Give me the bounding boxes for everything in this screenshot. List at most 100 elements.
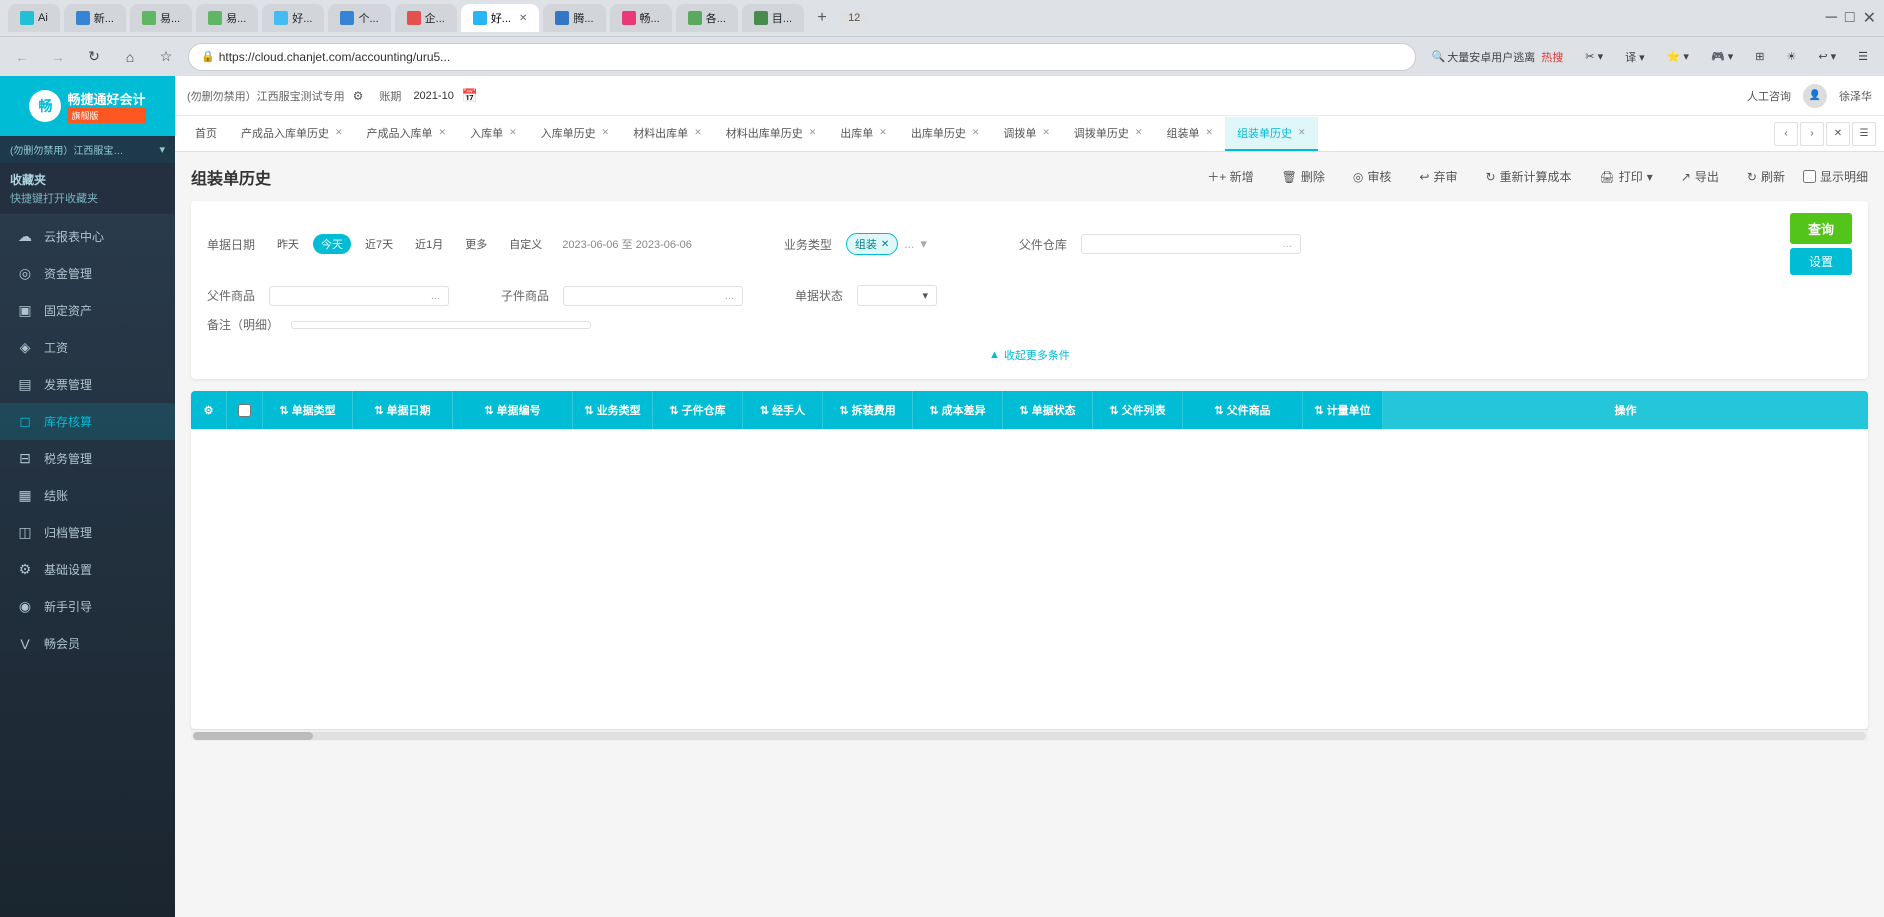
browser-tab-3[interactable]: 易... (196, 4, 258, 32)
biz-type-tag-close[interactable]: ✕ (881, 239, 889, 250)
sidebar-item-cloud-report[interactable]: ☁ 云报表中心 (0, 218, 175, 255)
browser-tab-1[interactable]: 新... (64, 4, 126, 32)
sidebar-item-inventory[interactable]: ◻ 库存核算 (0, 403, 175, 440)
browser-tab-5[interactable]: 个... (328, 4, 390, 32)
page-tab-out-history[interactable]: 出库单历史 ✕ (899, 117, 992, 151)
date-opt-today[interactable]: 今天 (313, 234, 351, 254)
sidebar-item-archive[interactable]: ◫ 归档管理 (0, 514, 175, 551)
sidebar-company[interactable]: (勿删勿禁用）江西服宝测试专用 ▾ (0, 136, 175, 163)
horizontal-scrollbar[interactable] (191, 729, 1868, 741)
settings-button[interactable]: 设置 (1790, 248, 1852, 275)
refresh-button[interactable]: ↻ 刷新 (1737, 164, 1795, 189)
date-opt-7days[interactable]: 近7天 (357, 234, 401, 254)
maximize-button[interactable]: □ (1845, 9, 1855, 27)
home-button[interactable]: ⌂ (116, 43, 144, 71)
browser-tab-6[interactable]: 企... (395, 4, 457, 32)
new-button[interactable]: ＋ + 新增 (1197, 164, 1263, 189)
tab-more[interactable]: ☰ (1852, 122, 1876, 146)
th-doc-status[interactable]: ⇅ 单据状态 (1003, 391, 1093, 429)
parent-warehouse-input[interactable]: ... (1081, 234, 1301, 254)
close-window-button[interactable]: ✕ (1863, 8, 1876, 28)
browser-tab-11[interactable]: 目... (742, 4, 804, 32)
consult-button[interactable]: 人工咨询 (1747, 88, 1791, 104)
header-settings-icon[interactable]: ⚙ (353, 89, 364, 103)
tab-close-transfer-history[interactable]: ✕ (1135, 127, 1143, 138)
user-name[interactable]: 徐泽华 (1839, 88, 1872, 104)
tab-close-assembly-history[interactable]: ✕ (1298, 127, 1306, 138)
export-button[interactable]: ↗ 导出 (1671, 164, 1729, 189)
biz-type-dropdown-icon[interactable]: ▾ (920, 236, 927, 252)
th-parent-goods[interactable]: ⇅ 父件商品 (1183, 391, 1303, 429)
th-doc-num[interactable]: ⇅ 单据编号 (453, 391, 573, 429)
tab-close-product-in-history[interactable]: ✕ (335, 127, 343, 138)
th-doc-date[interactable]: ⇅ 单据日期 (353, 391, 453, 429)
minimize-button[interactable]: ─ (1826, 9, 1837, 27)
page-tab-warehouse-in[interactable]: 入库单 ✕ (458, 117, 529, 151)
sidebar-item-tax[interactable]: ⊟ 税务管理 (0, 440, 175, 477)
sidebar-item-invoice[interactable]: ▤ 发票管理 (0, 366, 175, 403)
th-biz-type[interactable]: ⇅ 业务类型 (573, 391, 653, 429)
page-tab-product-in[interactable]: 产成品入库单 ✕ (355, 117, 459, 151)
bill-status-select[interactable]: ▾ (857, 285, 937, 306)
game-btn[interactable]: 🎮 ▾ (1703, 48, 1741, 65)
parent-goods-input[interactable]: ... (269, 286, 449, 306)
tab-close-product-in[interactable]: ✕ (439, 127, 447, 138)
tab-scroll-left[interactable]: ‹ (1774, 122, 1798, 146)
undo-btn[interactable]: ↩ ▾ (1810, 48, 1844, 65)
page-tab-warehouse-in-history[interactable]: 入库单历史 ✕ (529, 117, 622, 151)
show-detail-checkbox[interactable] (1803, 170, 1816, 183)
th-handler[interactable]: ⇅ 经手人 (743, 391, 823, 429)
page-tab-transfer[interactable]: 调拨单 ✕ (991, 117, 1062, 151)
sidebar-item-basic-settings[interactable]: ⚙ 基础设置 (0, 551, 175, 588)
page-tab-transfer-history[interactable]: 调拨单历史 ✕ (1062, 117, 1155, 151)
note-input[interactable] (291, 321, 591, 329)
th-doc-type[interactable]: ⇅ 单据类型 (263, 391, 353, 429)
star-btn[interactable]: ⭐ ▾ (1659, 48, 1697, 65)
date-opt-yesterday[interactable]: 昨天 (269, 234, 307, 254)
tab-close-transfer[interactable]: ✕ (1042, 127, 1050, 138)
date-opt-more[interactable]: 更多 (457, 234, 495, 254)
page-tab-out[interactable]: 出库单 ✕ (828, 117, 899, 151)
reload-button[interactable]: ↻ (80, 43, 108, 71)
biz-type-dots[interactable]: ... (904, 237, 914, 251)
query-button[interactable]: 查询 (1790, 213, 1852, 244)
tab-close-warehouse-in-history[interactable]: ✕ (602, 127, 610, 138)
tab-close-7[interactable]: ✕ (519, 13, 527, 24)
forward-button[interactable]: → (44, 43, 72, 71)
tab-close-out[interactable]: ✕ (879, 127, 887, 138)
th-unit[interactable]: ⇅ 计量单位 (1303, 391, 1383, 429)
delete-button[interactable]: 🗑 删除 (1272, 164, 1335, 189)
parent-goods-dots[interactable]: ... (431, 290, 440, 302)
tab-close-all[interactable]: ✕ (1826, 122, 1850, 146)
scroll-thumb[interactable] (193, 732, 313, 740)
sidebar-item-member[interactable]: V 畅会员 (0, 625, 175, 662)
select-all-checkbox[interactable] (238, 404, 251, 417)
th-checkbox[interactable] (227, 391, 263, 429)
page-tab-product-in-history[interactable]: 产成品入库单历史 ✕ (229, 117, 355, 151)
child-goods-dots[interactable]: ... (725, 290, 734, 302)
scroll-track[interactable] (193, 732, 1866, 740)
back-button[interactable]: ← (8, 43, 36, 71)
abandon-button[interactable]: ↩ 弃审 (1409, 164, 1467, 189)
sidebar-item-fund[interactable]: ◎ 资金管理 (0, 255, 175, 292)
collapse-button[interactable]: ▲ 收起更多条件 (985, 343, 1074, 367)
tab-close-out-history[interactable]: ✕ (972, 127, 980, 138)
sidebar-item-guide[interactable]: ◉ 新手引导 (0, 588, 175, 625)
sidebar-item-checkout[interactable]: ▦ 结账 (0, 477, 175, 514)
page-tab-assembly[interactable]: 组装单 ✕ (1154, 117, 1225, 151)
translate-btn[interactable]: 译 ▾ (1617, 47, 1653, 67)
sun-btn[interactable]: ☀ (1778, 48, 1804, 65)
parent-warehouse-dots[interactable]: ... (1283, 238, 1292, 250)
child-goods-input[interactable]: ... (563, 286, 743, 306)
th-settings[interactable]: ⚙ (191, 391, 227, 429)
browser-tab-9[interactable]: 畅... (610, 4, 672, 32)
tab-close-material-out-history[interactable]: ✕ (809, 127, 817, 138)
page-tab-material-out-history[interactable]: 材料出库单历史 ✕ (714, 117, 829, 151)
address-input[interactable]: 🔒 https://cloud.chanjet.com/accounting/u… (188, 43, 1416, 71)
page-tab-assembly-history[interactable]: 组装单历史 ✕ (1225, 117, 1318, 151)
th-parent-list[interactable]: ⇅ 父件列表 (1093, 391, 1183, 429)
tab-close-warehouse-in[interactable]: ✕ (509, 127, 517, 138)
date-opt-1month[interactable]: 近1月 (407, 234, 451, 254)
grid-btn[interactable]: ⊞ (1747, 48, 1772, 65)
th-cost-diff[interactable]: ⇅ 成本差异 (913, 391, 1003, 429)
